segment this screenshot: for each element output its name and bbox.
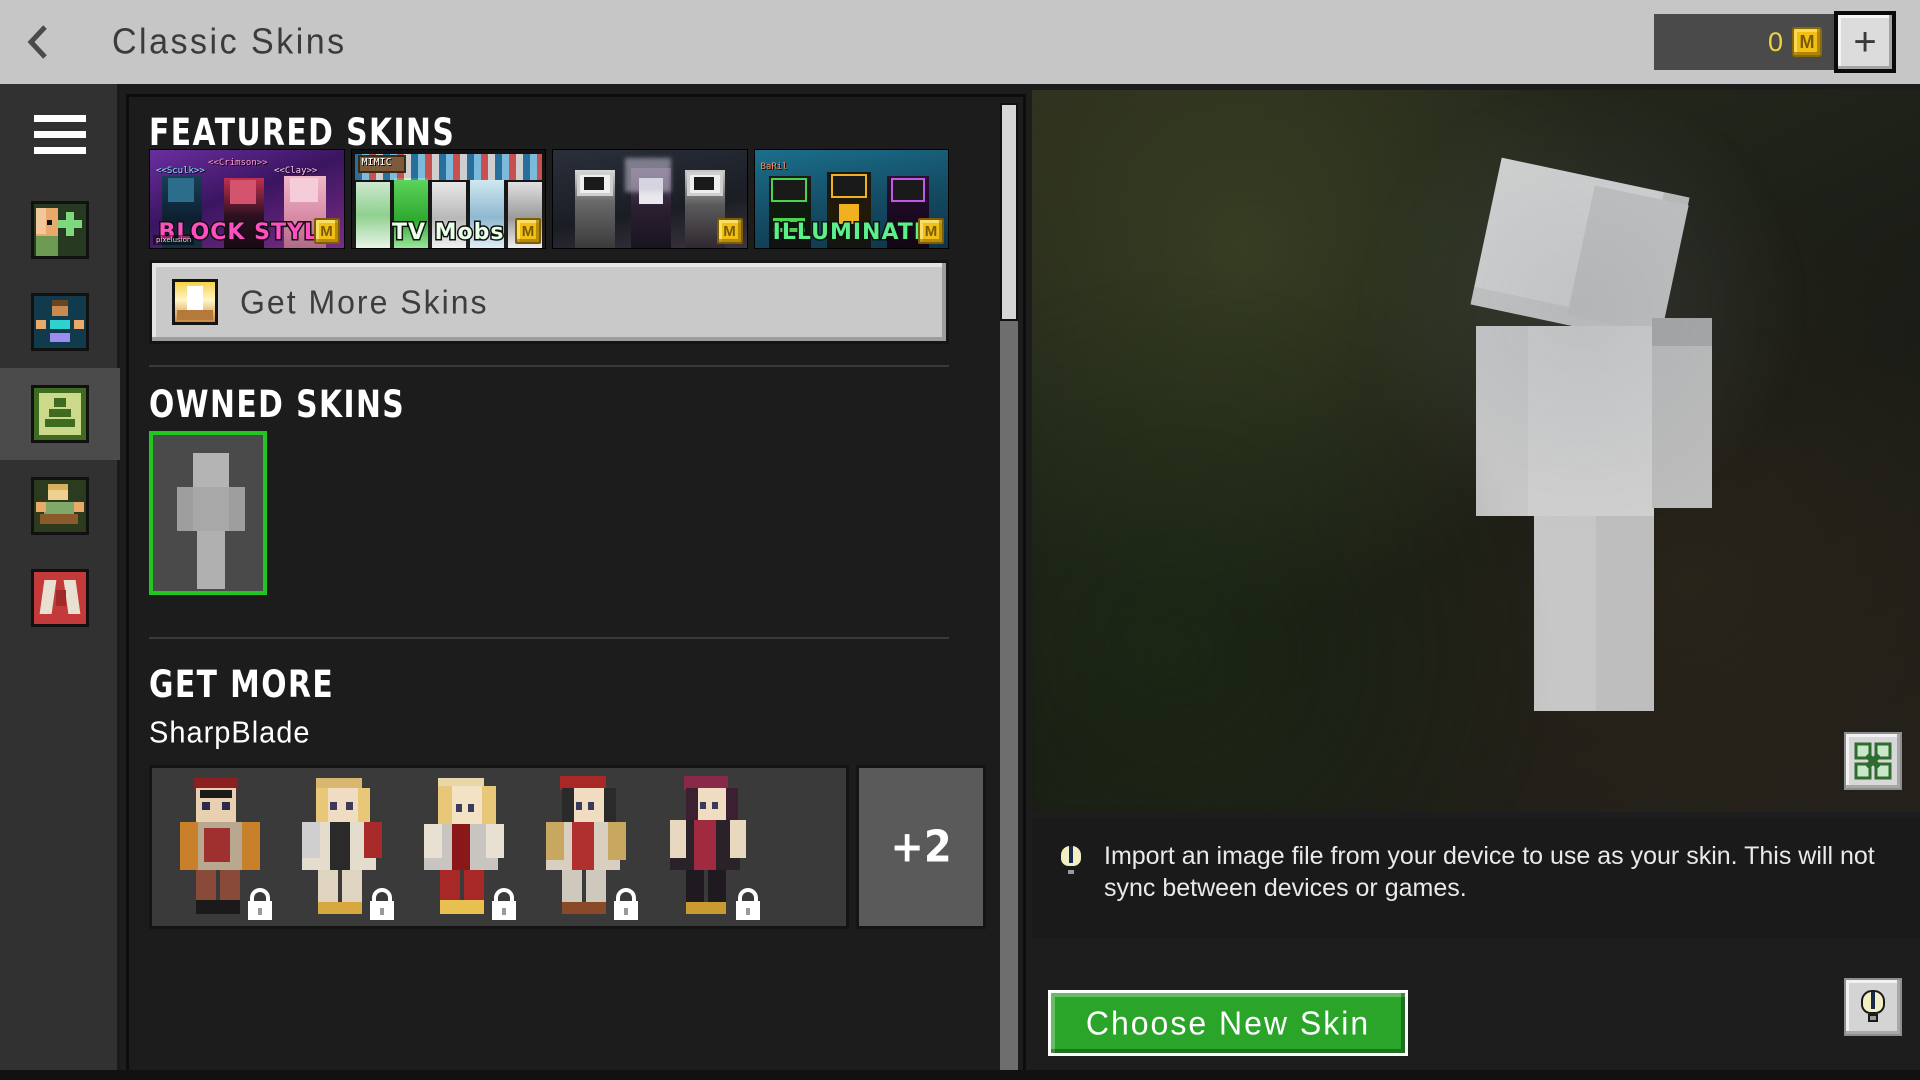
- import-info-bar: Import an image file from your device to…: [1032, 818, 1920, 938]
- character-plus-icon: [31, 201, 89, 259]
- help-bulb-icon: [1858, 990, 1888, 1024]
- owned-skins-heading: OWNED SKINS: [149, 383, 406, 427]
- get-more-skins-button[interactable]: Get More Skins: [149, 260, 949, 344]
- pack-skin-tile[interactable]: [408, 772, 518, 922]
- hamburger-menu-icon[interactable]: [0, 84, 120, 184]
- marketplace-icon: [172, 279, 218, 325]
- pack-skin-tile[interactable]: [164, 772, 274, 922]
- plus-icon: +: [1853, 20, 1877, 64]
- minecoin-icon: M: [1792, 27, 1822, 57]
- pack-overflow-count: +2: [890, 821, 952, 873]
- minecoin-badge: M: [918, 218, 944, 244]
- pack-skin-tile[interactable]: [286, 772, 396, 922]
- pack-skin-tile[interactable]: [530, 772, 640, 922]
- banner-watermark: pixelusion: [153, 235, 195, 245]
- featured-banner-row: <<Sculk>> <<Crimson>> <<Clay>> BLOCK STY…: [149, 149, 949, 249]
- banner-watermark: BaRil: [760, 162, 788, 172]
- pack-name: SharpBlade: [149, 716, 311, 750]
- owned-skin-tile[interactable]: [149, 431, 267, 595]
- minecoin-amount: 0: [1767, 26, 1783, 57]
- cape-icon: [31, 569, 89, 627]
- sidebar-item-emotes[interactable]: [0, 460, 120, 552]
- sidebar-item-character-creator[interactable]: [0, 184, 120, 276]
- panel-scrollbar-thumb[interactable]: [1000, 103, 1018, 321]
- bottom-edge: [0, 1070, 1920, 1080]
- lock-icon: [370, 888, 394, 920]
- get-more-skins-label: Get More Skins: [240, 282, 489, 321]
- owned-skins-grid: [149, 431, 267, 595]
- pack-skin-tile[interactable]: [652, 772, 762, 922]
- choose-new-skin-button[interactable]: Choose New Skin: [1048, 990, 1408, 1056]
- minecoin-badge: M: [313, 218, 340, 244]
- minecoin-balance[interactable]: 0 M: [1654, 14, 1834, 70]
- section-divider: [149, 365, 949, 367]
- featured-banner-illuminate[interactable]: BaRil ILLUMINATE M: [753, 149, 949, 249]
- menu-line: [34, 146, 86, 154]
- expand-arrows-icon: [1854, 742, 1892, 780]
- lock-icon: [248, 888, 272, 920]
- banner-nametag: <<Clay>>: [274, 166, 318, 176]
- panel-scrollbar[interactable]: [1000, 103, 1018, 1075]
- skin-preview-viewport[interactable]: [1032, 90, 1920, 812]
- info-bulb-icon: [1056, 844, 1086, 878]
- sidebar-item-capes[interactable]: [0, 552, 120, 644]
- add-minecoins-button[interactable]: +: [1834, 11, 1896, 73]
- page-title: Classic Skins: [112, 21, 347, 62]
- chevron-left-icon: [27, 25, 47, 59]
- back-button[interactable]: [0, 0, 76, 84]
- pack-overflow-tile[interactable]: +2: [856, 765, 986, 929]
- minecoin-badge: M: [515, 218, 541, 244]
- skins-list-panel: FEATURED SKINS <<Sculk>> <<Crimson>> <<C…: [126, 94, 1026, 1080]
- menu-line: [34, 130, 86, 138]
- currency-area: 0 M +: [1654, 11, 1896, 73]
- dressing-room-icon: [31, 293, 89, 351]
- get-more-heading: GET MORE: [149, 663, 335, 707]
- top-bar: Classic Skins 0 M +: [0, 0, 1920, 84]
- lock-icon: [492, 888, 516, 920]
- sidebar-item-dressing-room[interactable]: [0, 276, 120, 368]
- menu-line: [34, 114, 86, 122]
- lock-icon: [736, 888, 760, 920]
- help-button[interactable]: [1844, 978, 1902, 1036]
- featured-banner-tv-mobs[interactable]: MIMIC TV Mobs M: [350, 149, 546, 249]
- import-info-text: Import an image file from your device to…: [1104, 842, 1875, 902]
- section-divider: [149, 637, 949, 639]
- minecoin-badge: M: [716, 218, 743, 244]
- featured-banner-block-style[interactable]: <<Sculk>> <<Crimson>> <<Clay>> BLOCK STY…: [149, 149, 345, 249]
- sidebar-item-classic-skins[interactable]: [0, 368, 120, 460]
- fullscreen-expand-icon[interactable]: [1844, 732, 1902, 790]
- lock-icon: [614, 888, 638, 920]
- choose-new-skin-label: Choose New Skin: [1085, 1003, 1371, 1042]
- panel-scroll-content: FEATURED SKINS <<Sculk>> <<Crimson>> <<C…: [129, 97, 1023, 1077]
- banner-nametag: <<Sculk>>: [156, 166, 205, 176]
- pack-skins-row: [149, 765, 849, 929]
- banner-watermark: MIMIC: [361, 157, 392, 168]
- featured-banner-dark[interactable]: M: [552, 149, 748, 249]
- banner-nametag: <<Crimson>>: [208, 158, 268, 168]
- left-sidebar: [0, 84, 120, 1080]
- classic-skins-icon: [31, 385, 89, 443]
- emotes-icon: [31, 477, 89, 535]
